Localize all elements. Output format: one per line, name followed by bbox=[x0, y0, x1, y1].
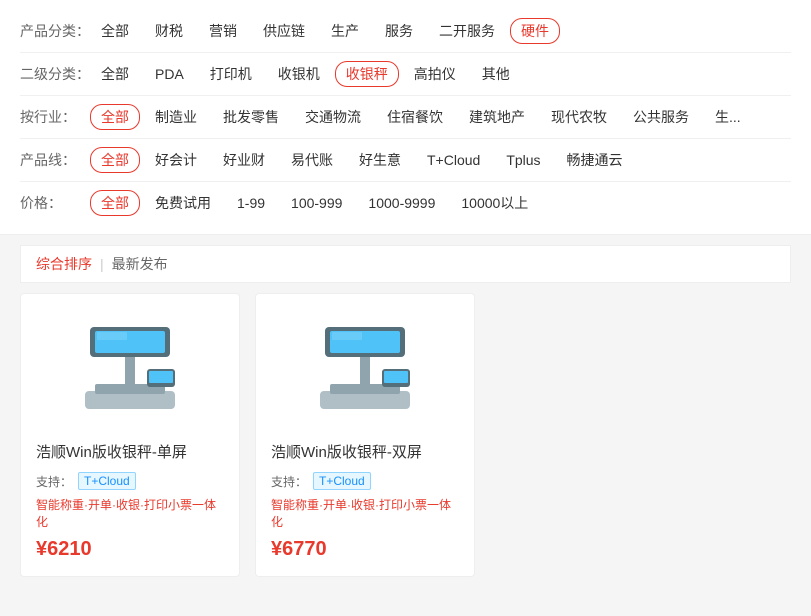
filter-item[interactable]: 高拍仪 bbox=[403, 61, 467, 87]
filter-item[interactable]: 易代账 bbox=[280, 147, 344, 173]
filter-item[interactable]: 服务 bbox=[374, 18, 424, 44]
filter-item[interactable]: PDA bbox=[144, 63, 195, 85]
filter-item[interactable]: 二开服务 bbox=[428, 18, 506, 44]
filter-label-productline: 产品线： bbox=[20, 150, 90, 170]
filter-item[interactable]: Tplus bbox=[495, 149, 551, 171]
sort-bar: 综合排序 | 最新发布 bbox=[20, 245, 791, 283]
filter-items-subcategory: 全部PDA打印机收银机收银秤高拍仪其他 bbox=[90, 61, 521, 87]
support-tag: T+Cloud bbox=[78, 472, 136, 490]
sort-latest[interactable]: 最新发布 bbox=[112, 254, 168, 274]
support-tag: T+Cloud bbox=[313, 472, 371, 490]
filter-item[interactable]: 建筑地产 bbox=[458, 104, 536, 130]
filter-row-productline: 产品线： 全部好会计好业财易代账好生意T+CloudTplus畅捷通云 bbox=[20, 139, 791, 182]
filter-item[interactable]: 好会计 bbox=[144, 147, 208, 173]
product-price: ¥6210 bbox=[36, 538, 224, 561]
filter-item[interactable]: 现代农牧 bbox=[540, 104, 618, 130]
filter-row-price: 价格： 全部免费试用1-99100-9991000-999910000以上 bbox=[20, 182, 791, 224]
filter-item[interactable]: 财税 bbox=[144, 18, 194, 44]
filter-label-category: 产品分类： bbox=[20, 21, 90, 41]
product-desc: 智能称重·开单·收银·打印小票一体化 bbox=[36, 496, 224, 530]
filter-item[interactable]: 全部 bbox=[90, 104, 140, 130]
filter-item[interactable]: 10000以上 bbox=[450, 190, 539, 216]
filter-item[interactable]: 全部 bbox=[90, 18, 140, 44]
filter-item[interactable]: 免费试用 bbox=[144, 190, 222, 216]
sort-divider: | bbox=[100, 256, 104, 272]
product-image bbox=[271, 309, 459, 429]
filter-label-subcategory: 二级分类： bbox=[20, 64, 90, 84]
filter-item[interactable]: 100-999 bbox=[280, 192, 353, 214]
filter-item[interactable]: 生产 bbox=[320, 18, 370, 44]
filter-items-price: 全部免费试用1-99100-9991000-999910000以上 bbox=[90, 190, 539, 216]
support-label: 支持： bbox=[36, 473, 72, 490]
filter-item[interactable]: 1000-9999 bbox=[357, 192, 446, 214]
filter-label-industry: 按行业： bbox=[20, 107, 90, 127]
product-card[interactable]: 浩顺Win版收银秤-单屏 支持： T+Cloud 智能称重·开单·收银·打印小票… bbox=[20, 293, 240, 577]
product-image bbox=[36, 309, 224, 429]
filter-items-category: 全部财税营销供应链生产服务二开服务硬件 bbox=[90, 18, 560, 44]
filter-items-productline: 全部好会计好业财易代账好生意T+CloudTplus畅捷通云 bbox=[90, 147, 634, 173]
product-price: ¥6770 bbox=[271, 538, 459, 561]
product-support: 支持： T+Cloud bbox=[271, 472, 459, 490]
filter-item[interactable]: 打印机 bbox=[199, 61, 263, 87]
filter-item[interactable]: 全部 bbox=[90, 61, 140, 87]
sort-active[interactable]: 综合排序 bbox=[36, 254, 92, 274]
filter-section: 产品分类： 全部财税营销供应链生产服务二开服务硬件 二级分类： 全部PDA打印机… bbox=[0, 0, 811, 235]
filter-item[interactable]: 好业财 bbox=[212, 147, 276, 173]
filter-item[interactable]: 公共服务 bbox=[622, 104, 700, 130]
filter-row-industry: 按行业： 全部制造业批发零售交通物流住宿餐饮建筑地产现代农牧公共服务生... bbox=[20, 96, 791, 139]
filter-item[interactable]: 好生意 bbox=[348, 147, 412, 173]
filter-item[interactable]: 畅捷通云 bbox=[556, 147, 634, 173]
filter-item[interactable]: 生... bbox=[704, 104, 752, 130]
product-support: 支持： T+Cloud bbox=[36, 472, 224, 490]
filter-items-industry: 全部制造业批发零售交通物流住宿餐饮建筑地产现代农牧公共服务生... bbox=[90, 104, 752, 130]
filter-item[interactable]: 营销 bbox=[198, 18, 248, 44]
filter-item[interactable]: 收银机 bbox=[267, 61, 331, 87]
filter-item[interactable]: 硬件 bbox=[510, 18, 560, 44]
product-name: 浩顺Win版收银秤-单屏 bbox=[36, 441, 224, 462]
filter-item[interactable]: 全部 bbox=[90, 190, 140, 216]
product-card[interactable]: 浩顺Win版收银秤-双屏 支持： T+Cloud 智能称重·开单·收银·打印小票… bbox=[255, 293, 475, 577]
filter-item[interactable]: 1-99 bbox=[226, 192, 276, 214]
filter-item[interactable]: 供应链 bbox=[252, 18, 316, 44]
filter-label-price: 价格： bbox=[20, 193, 90, 213]
filter-item[interactable]: 制造业 bbox=[144, 104, 208, 130]
filter-item[interactable]: T+Cloud bbox=[416, 149, 491, 171]
filter-item[interactable]: 批发零售 bbox=[212, 104, 290, 130]
products-area: 浩顺Win版收银秤-单屏 支持： T+Cloud 智能称重·开单·收银·打印小票… bbox=[0, 283, 811, 587]
filter-item[interactable]: 其他 bbox=[471, 61, 521, 87]
filter-item[interactable]: 收银秤 bbox=[335, 61, 399, 87]
product-name: 浩顺Win版收银秤-双屏 bbox=[271, 441, 459, 462]
support-label: 支持： bbox=[271, 473, 307, 490]
filter-row-subcategory: 二级分类： 全部PDA打印机收银机收银秤高拍仪其他 bbox=[20, 53, 791, 96]
filter-item[interactable]: 住宿餐饮 bbox=[376, 104, 454, 130]
filter-item[interactable]: 交通物流 bbox=[294, 104, 372, 130]
product-desc: 智能称重·开单·收银·打印小票一体化 bbox=[271, 496, 459, 530]
filter-item[interactable]: 全部 bbox=[90, 147, 140, 173]
filter-row-category: 产品分类： 全部财税营销供应链生产服务二开服务硬件 bbox=[20, 10, 791, 53]
